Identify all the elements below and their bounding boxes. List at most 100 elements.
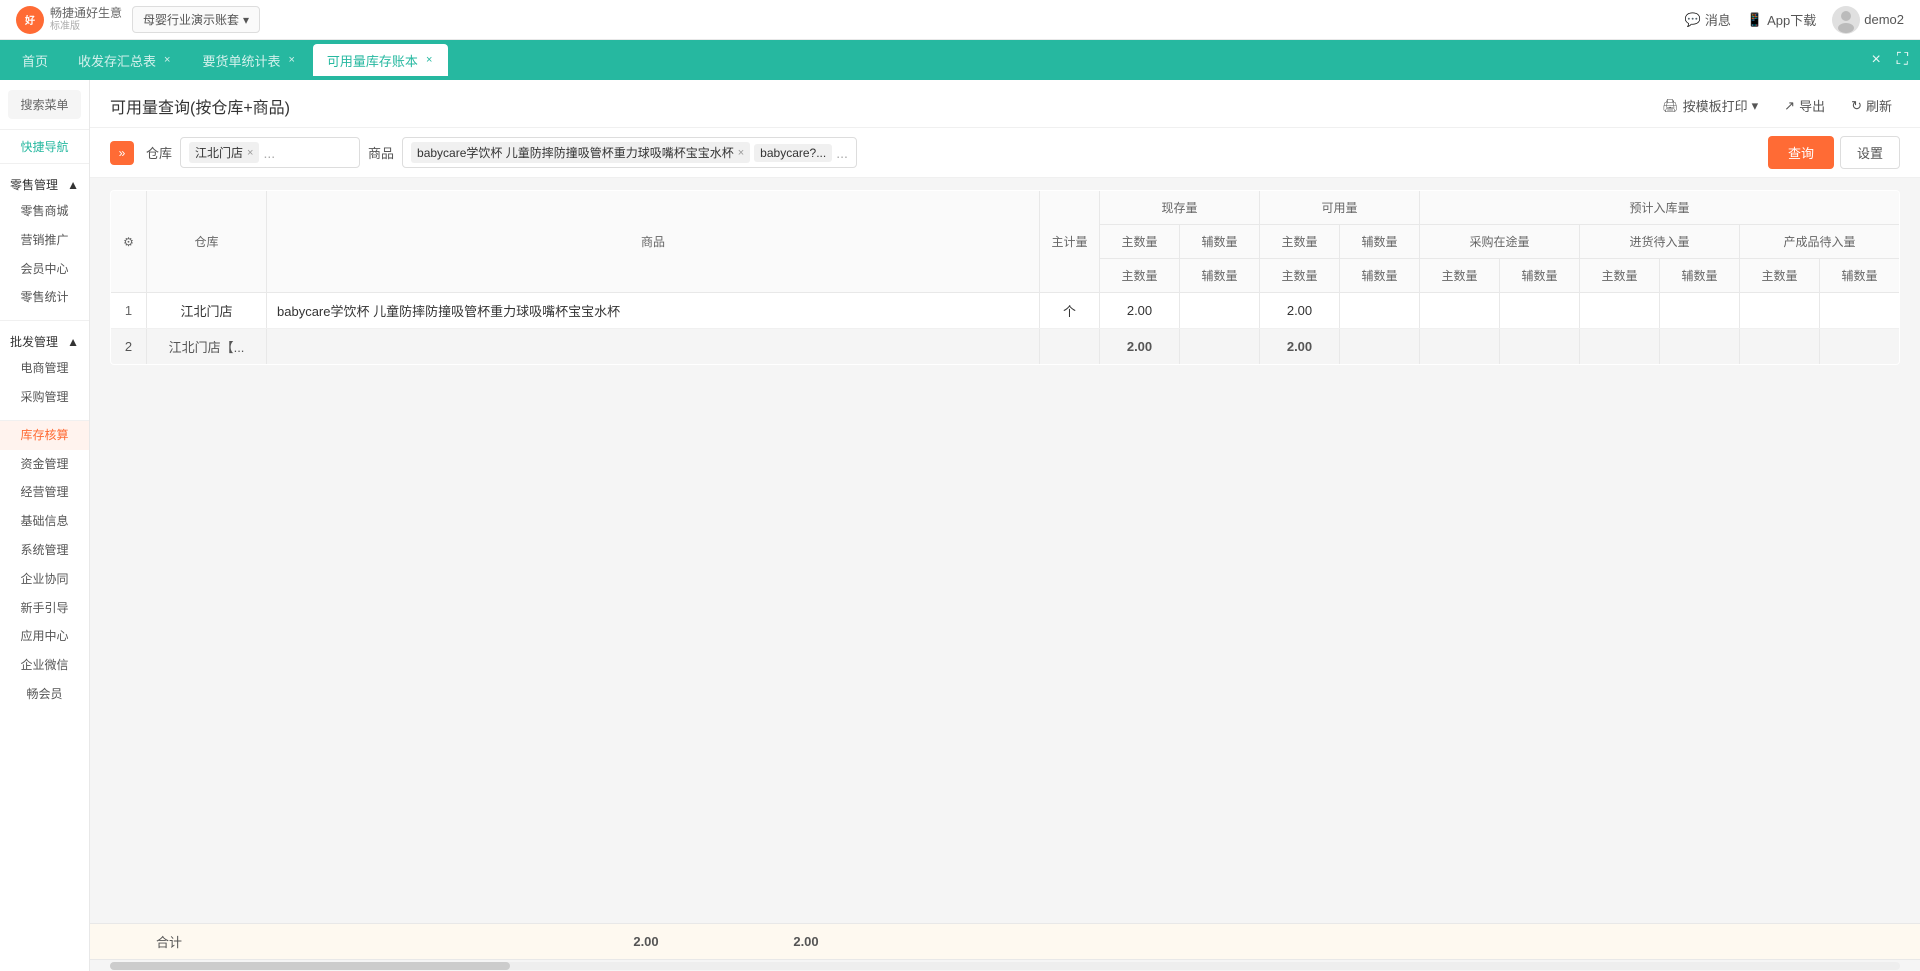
page-actions: 🖨 按模板打印 ▾ ↗ 导出 ↻ 刷新 <box>1654 92 1900 119</box>
tab-order[interactable]: 要货单统计表 × <box>188 44 310 76</box>
settings-icon[interactable]: ⚙ <box>123 235 134 249</box>
chevron-icon-2: ▲ <box>67 335 79 349</box>
quick-nav-button[interactable]: 快捷导航 <box>0 130 89 164</box>
th-product: 商品 <box>267 191 1040 293</box>
warehouse-filter-more[interactable]: ... <box>263 145 275 161</box>
subtotal-available-main: 2.00 <box>1260 329 1340 365</box>
sidebar-item-retail-store[interactable]: 零售商城 <box>0 197 89 226</box>
th-incoming-group: 进货待入量 <box>1580 225 1740 259</box>
page-header: 可用量查询(按仓库+商品) 🖨 按模板打印 ▾ ↗ 导出 ↻ 刷新 <box>90 80 1920 128</box>
tab-collect[interactable]: 收发存汇总表 × <box>64 44 186 76</box>
sidebar-item-apps[interactable]: 应用中心 <box>0 622 89 651</box>
product-filter-label: 商品 <box>368 143 394 162</box>
tab-available-close[interactable]: × <box>424 52 434 68</box>
th-available-group: 可用量 <box>1260 191 1420 225</box>
sidebar-group-wholesale: 批发管理 ▲ 电商管理 采购管理 <box>0 321 89 421</box>
sidebar-item-guide[interactable]: 新手引导 <box>0 594 89 623</box>
warehouse-filter-label: 仓库 <box>146 143 172 162</box>
sidebar-group-retail-title[interactable]: 零售管理 ▲ <box>0 172 89 197</box>
page-title: 可用量查询(按仓库+商品) <box>110 94 290 118</box>
th-current-aux: 辅数量 <box>1180 225 1260 259</box>
product-filter-input[interactable]: babycare学饮杯 儿童防摔防撞吸管杯重力球吸嘴杯宝宝水杯 × babyca… <box>402 137 857 168</box>
row-production-main <box>1740 293 1820 329</box>
sidebar-item-operations[interactable]: 经营管理 <box>0 478 89 507</box>
th-incoming-aux: 辅数量 <box>1660 259 1740 293</box>
print-button[interactable]: 🖨 按模板打印 ▾ <box>1654 92 1766 119</box>
th-cs-main2: 主数量 <box>1100 259 1180 293</box>
row-purchase-main <box>1420 293 1500 329</box>
sidebar-item-member2[interactable]: 畅会员 <box>0 680 89 709</box>
row-available-aux <box>1340 293 1420 329</box>
product-tag1-close[interactable]: × <box>738 147 744 159</box>
row-available-main: 2.00 <box>1260 293 1340 329</box>
th-unit: 主计量 <box>1040 191 1100 293</box>
warehouse-filter-tag: 江北门店 × <box>189 142 259 163</box>
filter-group: 仓库 江北门店 × ... 商品 babycare学饮杯 儿童防摔防撞吸管杯重力… <box>146 137 1756 168</box>
chevron-down-icon: ▾ <box>243 13 249 27</box>
sidebar-group-wholesale-title[interactable]: 批发管理 ▲ <box>0 329 89 354</box>
sidebar-item-finance[interactable]: 资金管理 <box>0 450 89 479</box>
row-production-aux <box>1820 293 1900 329</box>
query-button[interactable]: 查询 <box>1768 136 1834 169</box>
scrollbar-track <box>110 962 1900 970</box>
sidebar-item-system[interactable]: 系统管理 <box>0 536 89 565</box>
avatar <box>1832 6 1860 34</box>
sidebar-item-basics[interactable]: 基础信息 <box>0 507 89 536</box>
subtotal-no: 2 <box>111 329 147 365</box>
sidebar-item-enterprise[interactable]: 企业协同 <box>0 565 89 594</box>
sidebar-item-ecommerce[interactable]: 电商管理 <box>0 354 89 383</box>
th-production-group: 产成品待入量 <box>1740 225 1900 259</box>
sidebar-item-purchase[interactable]: 采购管理 <box>0 383 89 412</box>
tab-order-close[interactable]: × <box>286 52 296 68</box>
search-menu-button[interactable]: 搜索菜单 <box>8 90 81 119</box>
row-purchase-aux <box>1500 293 1580 329</box>
th-settings[interactable]: ⚙ <box>111 191 147 293</box>
tab-fullscreen-button[interactable]: ⛶ <box>1893 47 1912 73</box>
subtotal-unit <box>1040 329 1100 365</box>
scrollbar-thumb[interactable] <box>110 962 510 970</box>
app-download-button[interactable]: 📱 App下载 <box>1747 10 1816 29</box>
product-filter-tag2: babycare?... <box>754 144 832 162</box>
product-filter-tag1: babycare学饮杯 儿童防摔防撞吸管杯重力球吸嘴杯宝宝水杯 × <box>411 142 750 163</box>
tab-close-all-button[interactable]: × <box>1867 47 1884 73</box>
subtotal-p6 <box>1820 329 1900 365</box>
download-icon: 📱 <box>1747 12 1763 28</box>
product-filter-more[interactable]: ... <box>836 145 848 161</box>
sidebar-item-wechat[interactable]: 企业微信 <box>0 651 89 680</box>
top-bar-right: 💬 消息 📱 App下载 demo2 <box>1685 6 1904 34</box>
main-layout: 搜索菜单 快捷导航 零售管理 ▲ 零售商城 营销推广 会员中心 零售统计 批发管… <box>0 80 1920 971</box>
content-area: 可用量查询(按仓库+商品) 🖨 按模板打印 ▾ ↗ 导出 ↻ 刷新 » <box>90 80 1920 971</box>
th-planned-group: 预计入库量 <box>1420 191 1900 225</box>
sidebar-item-member[interactable]: 会员中心 <box>0 255 89 284</box>
refresh-button[interactable]: ↻ 刷新 <box>1843 92 1900 119</box>
tab-collect-close[interactable]: × <box>162 52 172 68</box>
export-button[interactable]: ↗ 导出 <box>1776 92 1833 119</box>
filter-expand-button[interactable]: » <box>110 141 134 165</box>
export-icon: ↗ <box>1784 98 1795 114</box>
tab-home[interactable]: 首页 <box>8 44 62 76</box>
sidebar-item-retail-stats[interactable]: 零售统计 <box>0 283 89 312</box>
th-purchase-group: 采购在途量 <box>1420 225 1580 259</box>
warehouse-tag-close[interactable]: × <box>247 147 253 159</box>
row-warehouse: 江北门店 <box>147 293 267 329</box>
sidebar-item-inventory[interactable]: 库存核算 <box>0 421 89 450</box>
sidebar: 搜索菜单 快捷导航 零售管理 ▲ 零售商城 营销推广 会员中心 零售统计 批发管… <box>0 80 90 971</box>
sidebar-item-marketing[interactable]: 营销推广 <box>0 226 89 255</box>
filter-bar: » 仓库 江北门店 × ... 商品 babycare学饮杯 儿童防摔防撞吸管杯… <box>90 128 1920 178</box>
message-icon: 💬 <box>1685 12 1701 28</box>
horizontal-scrollbar[interactable] <box>90 959 1920 971</box>
user-menu[interactable]: demo2 <box>1832 6 1904 34</box>
subtotal-current-aux <box>1180 329 1260 365</box>
industry-selector[interactable]: 母婴行业演示账套 ▾ <box>132 6 260 33</box>
setting-button[interactable]: 设置 <box>1840 136 1900 169</box>
message-button[interactable]: 💬 消息 <box>1685 10 1731 29</box>
refresh-icon: ↻ <box>1851 98 1862 114</box>
sidebar-search-area: 搜索菜单 <box>0 80 89 130</box>
row-incoming-aux <box>1660 293 1740 329</box>
chevron-icon: ▲ <box>67 178 79 192</box>
tab-available[interactable]: 可用量库存账本 × <box>313 44 448 76</box>
row-unit: 个 <box>1040 293 1100 329</box>
warehouse-filter-input[interactable]: 江北门店 × ... <box>180 137 360 168</box>
chevron-down-print-icon: ▾ <box>1752 98 1759 114</box>
row-product: babycare学饮杯 儿童防摔防撞吸管杯重力球吸嘴杯宝宝水杯 <box>267 293 1040 329</box>
